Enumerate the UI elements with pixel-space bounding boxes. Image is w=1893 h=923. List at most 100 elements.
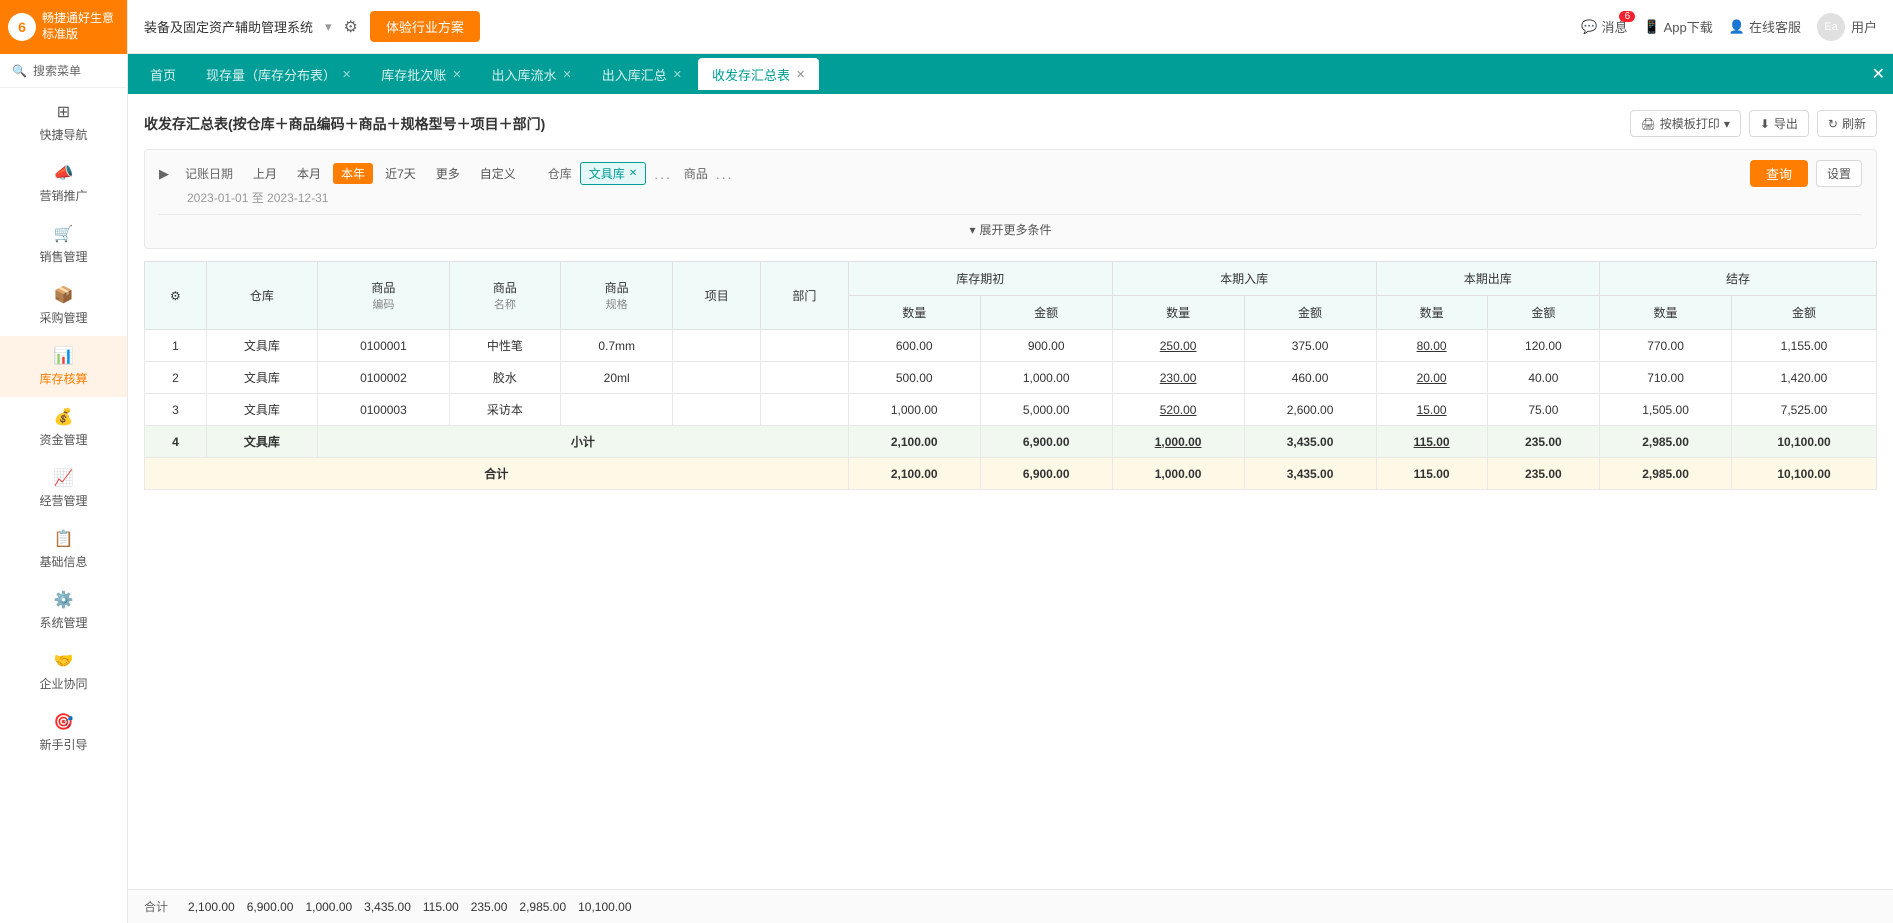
tab-in-out-summary-label: 出入库汇总	[602, 65, 667, 84]
row-out-amount: 75.00	[1487, 394, 1599, 426]
filter-bar: ▶ 记账日期 上月 本月 本年 近7天 更多 自定义 仓库 文具库	[144, 149, 1877, 249]
row-goods-name: 采访本	[449, 394, 560, 426]
sidebar-item-label: 新手引导	[39, 736, 87, 753]
warehouse-remove[interactable]: ✕	[629, 168, 637, 179]
sidebar-item-quick-nav[interactable]: ⊞ 快捷导航	[0, 92, 127, 153]
logo-icon: 6	[8, 13, 36, 41]
sidebar-item-newbie[interactable]: 🎯 新手引导	[0, 702, 127, 763]
subtotal-closing-qty: 2,985.00	[1600, 426, 1732, 458]
th-settings[interactable]: ⚙	[145, 262, 207, 330]
date-opt-this-year[interactable]: 本年	[333, 163, 373, 184]
footer-in-qty: 1,000.00	[305, 900, 352, 914]
page-title-row: 收发存汇总表(按仓库＋商品编码＋商品＋规格型号＋项目＋部门) 🖨 按模板打印 ▾…	[144, 110, 1877, 137]
row-out-qty[interactable]: 20.00	[1376, 362, 1487, 394]
sidebar-item-marketing[interactable]: 📣 营销推广	[0, 153, 127, 214]
user-area[interactable]: Ea 用户	[1817, 13, 1877, 41]
topbar-right: 💬 消息 6 📱 App下载 👤 在线客服 Ea 用户	[1581, 13, 1877, 41]
sidebar-search[interactable]: 🔍 搜索菜单	[0, 54, 127, 88]
sidebar-item-basic-info[interactable]: 📋 基础信息	[0, 519, 127, 580]
subtotal-opening-qty: 2,100.00	[848, 426, 980, 458]
online-service-link[interactable]: 👤 在线客服	[1729, 17, 1801, 36]
row-in-amount: 2,600.00	[1244, 394, 1376, 426]
sidebar-nav: ⊞ 快捷导航 📣 营销推广 🛒 销售管理 📦 采购管理 📊 库存核算 💰 资金管…	[0, 88, 127, 923]
sidebar-item-purchase[interactable]: 📦 采购管理	[0, 275, 127, 336]
filter-collapse-icon[interactable]: ▶	[159, 166, 169, 182]
bottom-bar: 合计 2,100.00 6,900.00 1,000.00 3,435.00 1…	[128, 889, 1893, 923]
row-goods-code: 0100002	[317, 362, 449, 394]
export-button[interactable]: ⬇ 导出	[1749, 110, 1809, 137]
row-in-qty[interactable]: 230.00	[1112, 362, 1244, 394]
app-download-link[interactable]: 📱 App下载	[1643, 17, 1712, 36]
tab-close-recv-send[interactable]: ✕	[796, 68, 805, 81]
system-title: 装备及固定资产辅助管理系统	[144, 17, 313, 36]
tab-close-batch-ledger[interactable]: ✕	[452, 68, 461, 81]
sidebar-item-inventory[interactable]: 📊 库存核算	[0, 336, 127, 397]
query-button[interactable]: 查询	[1750, 160, 1808, 187]
row-warehouse: 文具库	[206, 394, 317, 426]
tab-close-in-out-flow[interactable]: ✕	[563, 68, 572, 81]
page-content: 收发存汇总表(按仓库＋商品编码＋商品＋规格型号＋项目＋部门) 🖨 按模板打印 ▾…	[128, 94, 1893, 889]
row-opening-amount: 1,000.00	[980, 362, 1112, 394]
table-row: 2 文具库 0100002 胶水 20ml 500.00 1,000.00 23…	[145, 362, 1877, 394]
sidebar-item-system[interactable]: ⚙️ 系统管理	[0, 580, 127, 641]
footer-opening-amount: 6,900.00	[247, 900, 294, 914]
warehouse-dots[interactable]: ...	[654, 166, 672, 182]
settings-button[interactable]: 设置	[1816, 160, 1862, 187]
tab-close-inventory-dist[interactable]: ✕	[342, 68, 351, 81]
refresh-button[interactable]: ↻ 刷新	[1817, 110, 1877, 137]
row-in-amount: 460.00	[1244, 362, 1376, 394]
date-opt-this-month[interactable]: 本月	[289, 163, 329, 184]
row-warehouse: 文具库	[206, 330, 317, 362]
tab-in-out-flow[interactable]: 出入库流水 ✕	[477, 58, 585, 90]
message-link[interactable]: 💬 消息 6	[1581, 17, 1627, 36]
row-out-qty[interactable]: 80.00	[1376, 330, 1487, 362]
tab-batch-ledger[interactable]: 库存批次账 ✕	[367, 58, 475, 90]
th-closing-amount: 金额	[1732, 296, 1877, 330]
th-out-qty: 数量	[1376, 296, 1487, 330]
sidebar-item-cooperation[interactable]: 🤝 企业协同	[0, 641, 127, 702]
warehouse-label: 仓库	[548, 165, 572, 182]
tab-in-out-summary[interactable]: 出入库汇总 ✕	[588, 58, 696, 90]
tab-inventory-dist-label: 现存量（库存分布表）	[206, 65, 336, 84]
date-opt-last7[interactable]: 近7天	[377, 163, 424, 184]
th-closing: 结存	[1600, 262, 1877, 296]
date-opt-custom[interactable]: 自定义	[472, 163, 524, 184]
row-goods-spec: 0.7mm	[560, 330, 672, 362]
sidebar-item-sales[interactable]: 🛒 销售管理	[0, 214, 127, 275]
row-in-qty[interactable]: 520.00	[1112, 394, 1244, 426]
row-in-qty[interactable]: 250.00	[1112, 330, 1244, 362]
row-opening-qty: 1,000.00	[848, 394, 980, 426]
table-row: 1 文具库 0100001 中性笔 0.7mm 600.00 900.00 25…	[145, 330, 1877, 362]
row-closing-amount: 7,525.00	[1732, 394, 1877, 426]
th-opening-qty: 数量	[848, 296, 980, 330]
date-opt-more[interactable]: 更多	[428, 163, 468, 184]
date-opt-prev-month[interactable]: 上月	[245, 163, 285, 184]
tab-batch-ledger-label: 库存批次账	[381, 65, 446, 84]
date-options: 上月 本月 本年 近7天 更多 自定义	[245, 163, 524, 184]
trial-button[interactable]: 体验行业方案	[370, 11, 480, 42]
expand-conditions[interactable]: ▾ 展开更多条件	[159, 214, 1862, 238]
subtotal-out-amount: 235.00	[1487, 426, 1599, 458]
tab-recv-send-summary[interactable]: 收发存汇总表 ✕	[698, 58, 819, 90]
sidebar-item-operations[interactable]: 📈 经营管理	[0, 458, 127, 519]
row-warehouse: 文具库	[206, 362, 317, 394]
print-button[interactable]: 🖨 按模板打印 ▾	[1630, 110, 1741, 137]
subtotal-in-qty[interactable]: 1,000.00	[1112, 426, 1244, 458]
sidebar-item-finance[interactable]: 💰 资金管理	[0, 397, 127, 458]
gear-button[interactable]: ⚙	[344, 17, 358, 37]
tab-inventory-dist[interactable]: 现存量（库存分布表） ✕	[192, 58, 365, 90]
subtotal-out-qty[interactable]: 115.00	[1376, 426, 1487, 458]
sidebar-item-label: 销售管理	[39, 248, 87, 265]
th-goods-spec: 商品规格	[560, 262, 672, 330]
row-out-qty[interactable]: 15.00	[1376, 394, 1487, 426]
footer-closing-qty: 2,985.00	[519, 900, 566, 914]
tab-home[interactable]: 首页	[136, 58, 190, 90]
total-in-amount: 3,435.00	[1244, 458, 1376, 490]
date-range-display: 2023-01-01 至 2023-12-31	[187, 189, 1862, 206]
tab-close-in-out-summary[interactable]: ✕	[673, 68, 682, 81]
th-closing-qty: 数量	[1600, 296, 1732, 330]
row-no: 2	[145, 362, 207, 394]
close-all-tabs[interactable]: ✕	[1872, 64, 1885, 84]
goods-dots[interactable]: ...	[716, 166, 734, 182]
avatar: Ea	[1817, 13, 1845, 41]
